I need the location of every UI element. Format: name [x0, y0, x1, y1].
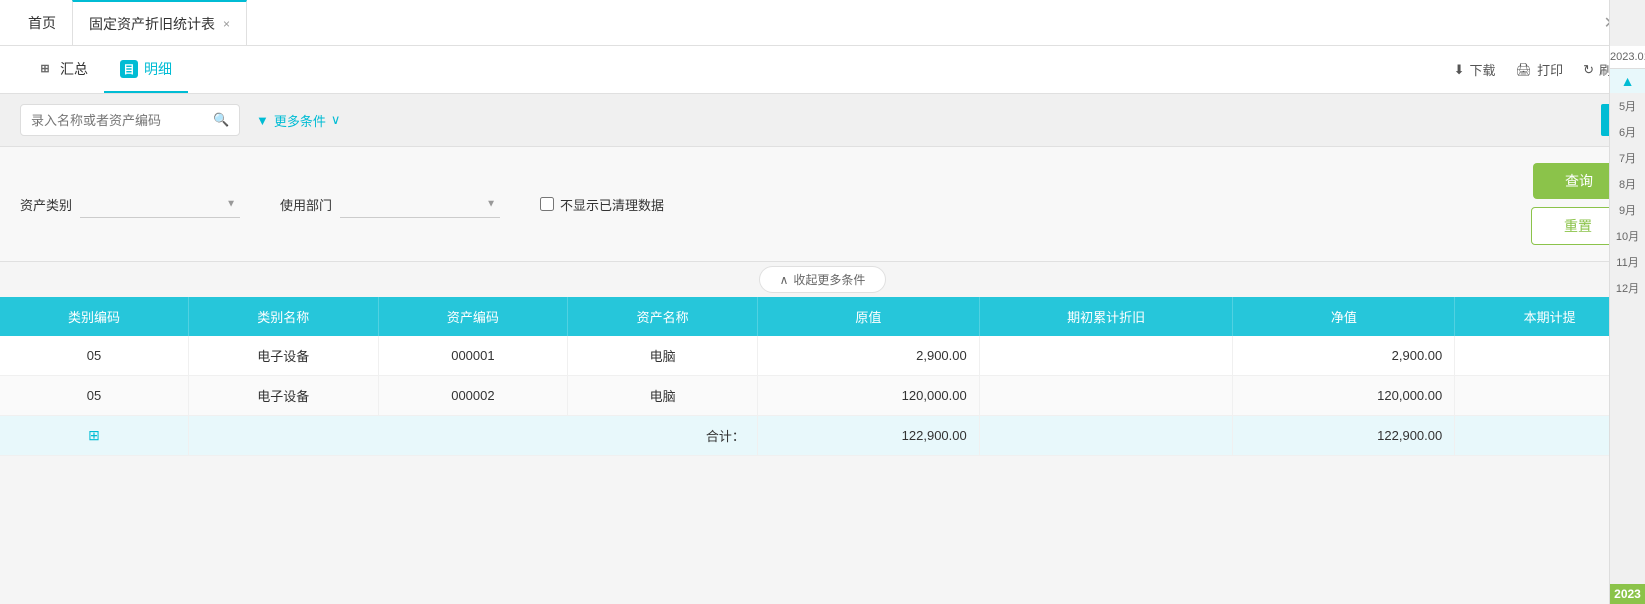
cell-original-value-2: 120,000.00	[757, 376, 979, 416]
cell-accumulated-2	[979, 376, 1233, 416]
filter-row-1: 资产类别 使用部门	[20, 163, 1625, 245]
col-asset-name: 资产名称	[568, 297, 758, 336]
print-icon: 🖨	[1516, 62, 1533, 78]
download-label: 下载	[1470, 60, 1496, 79]
asset-category-select[interactable]	[80, 190, 240, 218]
main-area: 🔍 ▼ 更多条件 ∨ › 资产类别	[0, 94, 1645, 604]
tab-close-icon[interactable]: ×	[223, 17, 230, 31]
total-net-value: 122,900.00	[1233, 416, 1455, 456]
more-conditions-button[interactable]: ▼ 更多条件 ∨	[256, 111, 340, 130]
sidebar-month-10[interactable]: 10月	[1610, 223, 1645, 249]
cell-asset-name-1: 电脑	[568, 336, 758, 376]
cell-category-code-1: 05	[0, 336, 188, 376]
total-icon-cell: ⊞	[0, 416, 188, 456]
collapse-label: 收起更多条件	[793, 271, 865, 288]
cell-category-name-1: 电子设备	[188, 336, 378, 376]
asset-category-label: 资产类别	[20, 195, 72, 214]
table-row: 05 电子设备 000001 电脑 2,900.00 2,900.00	[0, 336, 1645, 376]
col-category-name: 类别名称	[188, 297, 378, 336]
table-header: 类别编码 类别名称 资产编码 资产名称 原值 期初累计折旧 净值 本期计提	[0, 297, 1645, 336]
content-area: 🔍 ▼ 更多条件 ∨ › 资产类别	[0, 94, 1645, 604]
search-icon: 🔍	[213, 112, 229, 128]
search-input[interactable]	[31, 113, 207, 128]
sidebar-month-8[interactable]: 8月	[1610, 171, 1645, 197]
department-filter: 使用部门	[280, 190, 500, 218]
cell-asset-name-2: 电脑	[568, 376, 758, 416]
sidebar-month-5[interactable]: 5月	[1610, 94, 1645, 119]
search-bar: 🔍 ▼ 更多条件 ∨ ›	[0, 94, 1645, 147]
download-button[interactable]: ⬇ 下载	[1454, 60, 1496, 79]
detail-label: 明细	[144, 59, 172, 79]
total-original-value: 122,900.00	[757, 416, 979, 456]
asset-category-filter: 资产类别	[20, 190, 240, 218]
cell-net-value-2: 120,000.00	[1233, 376, 1455, 416]
chevron-down-icon: ∨	[331, 112, 341, 128]
department-select[interactable]	[340, 190, 500, 218]
col-accumulated-depreciation: 期初累计折旧	[979, 297, 1233, 336]
nav-home[interactable]: 首页	[12, 0, 72, 45]
refresh-icon: ↻	[1583, 62, 1594, 78]
cell-net-value-1: 2,900.00	[1233, 336, 1455, 376]
sidebar-month-12[interactable]: 12月	[1610, 275, 1645, 301]
collapse-row: ∧ 收起更多条件	[0, 262, 1645, 297]
col-asset-code: 资产编码	[378, 297, 568, 336]
cell-asset-code-1: 000001	[378, 336, 568, 376]
sidebar-month-7[interactable]: 7月	[1610, 145, 1645, 171]
cell-category-code-2: 05	[0, 376, 188, 416]
total-accumulated	[979, 416, 1233, 456]
table-wrap: 类别编码 类别名称 资产编码 资产名称 原值 期初累计折旧 净值 本期计提 05	[0, 297, 1645, 604]
filter-icon: ▼	[256, 113, 269, 128]
department-select-wrap[interactable]	[340, 190, 500, 218]
search-input-wrap[interactable]: 🔍	[20, 104, 240, 136]
collapse-button[interactable]: ∧ 收起更多条件	[759, 266, 887, 293]
top-nav: 首页 固定资产折旧统计表 × ✕	[0, 0, 1645, 46]
cell-accumulated-1	[979, 336, 1233, 376]
chevron-up-icon: ∧	[780, 273, 789, 287]
print-label: 打印	[1537, 60, 1563, 79]
tab-detail[interactable]: 目 明细	[104, 46, 188, 93]
nav-tab-fixed-assets[interactable]: 固定资产折旧统计表 ×	[72, 0, 247, 45]
total-row: ⊞ 合计： 122,900.00 122,900.00	[0, 416, 1645, 456]
header-row: 类别编码 类别名称 资产编码 资产名称 原值 期初累计折旧 净值 本期计提	[0, 297, 1645, 336]
tab-summary[interactable]: ⊞ 汇总	[20, 46, 104, 93]
tab-title: 固定资产折旧统计表	[89, 14, 215, 34]
cell-category-name-2: 电子设备	[188, 376, 378, 416]
department-label: 使用部门	[280, 195, 332, 214]
right-sidebar: 2023.01 ▲ 5月 6月 7月 8月 9月 10月 11月 12月 202…	[1609, 94, 1645, 604]
no-cleared-label: 不显示已清理数据	[560, 195, 664, 214]
more-conditions-label: 更多条件	[274, 111, 326, 130]
sidebar-year-badge: 2023	[1610, 584, 1645, 604]
sidebar-month-9[interactable]: 9月	[1610, 197, 1645, 223]
sidebar-month-6[interactable]: 6月	[1610, 119, 1645, 145]
summary-label: 汇总	[60, 59, 88, 79]
table-body: 05 电子设备 000001 电脑 2,900.00 2,900.00 05 电…	[0, 336, 1645, 456]
no-cleared-checkbox[interactable]	[540, 197, 554, 211]
col-net-value: 净值	[1233, 297, 1455, 336]
summary-icon: ⊞	[36, 60, 54, 78]
detail-icon: 目	[120, 60, 138, 78]
print-button[interactable]: 🖨 打印	[1516, 60, 1564, 79]
cell-asset-code-2: 000002	[378, 376, 568, 416]
toolbar-right: ⬇ 下载 🖨 打印 ↻ 刷新	[1454, 60, 1625, 79]
col-original-value: 原值	[757, 297, 979, 336]
total-label: 合计：	[188, 416, 757, 456]
sidebar-month-11[interactable]: 11月	[1610, 249, 1645, 275]
cell-original-value-1: 2,900.00	[757, 336, 979, 376]
sub-tabs-bar: ⊞ 汇总 目 明细 ⬇ 下载 🖨 打印 ↻ 刷新	[0, 46, 1645, 94]
download-icon: ⬇	[1454, 62, 1465, 78]
col-category-code: 类别编码	[0, 297, 188, 336]
total-icon: ⊞	[88, 427, 100, 443]
no-cleared-checkbox-item: 不显示已清理数据	[540, 195, 664, 214]
data-table: 类别编码 类别名称 资产编码 资产名称 原值 期初累计折旧 净值 本期计提 05	[0, 297, 1645, 456]
asset-category-select-wrap[interactable]	[80, 190, 240, 218]
table-row: 05 电子设备 000002 电脑 120,000.00 120,000.00	[0, 376, 1645, 416]
filter-panel: 资产类别 使用部门	[0, 147, 1645, 262]
